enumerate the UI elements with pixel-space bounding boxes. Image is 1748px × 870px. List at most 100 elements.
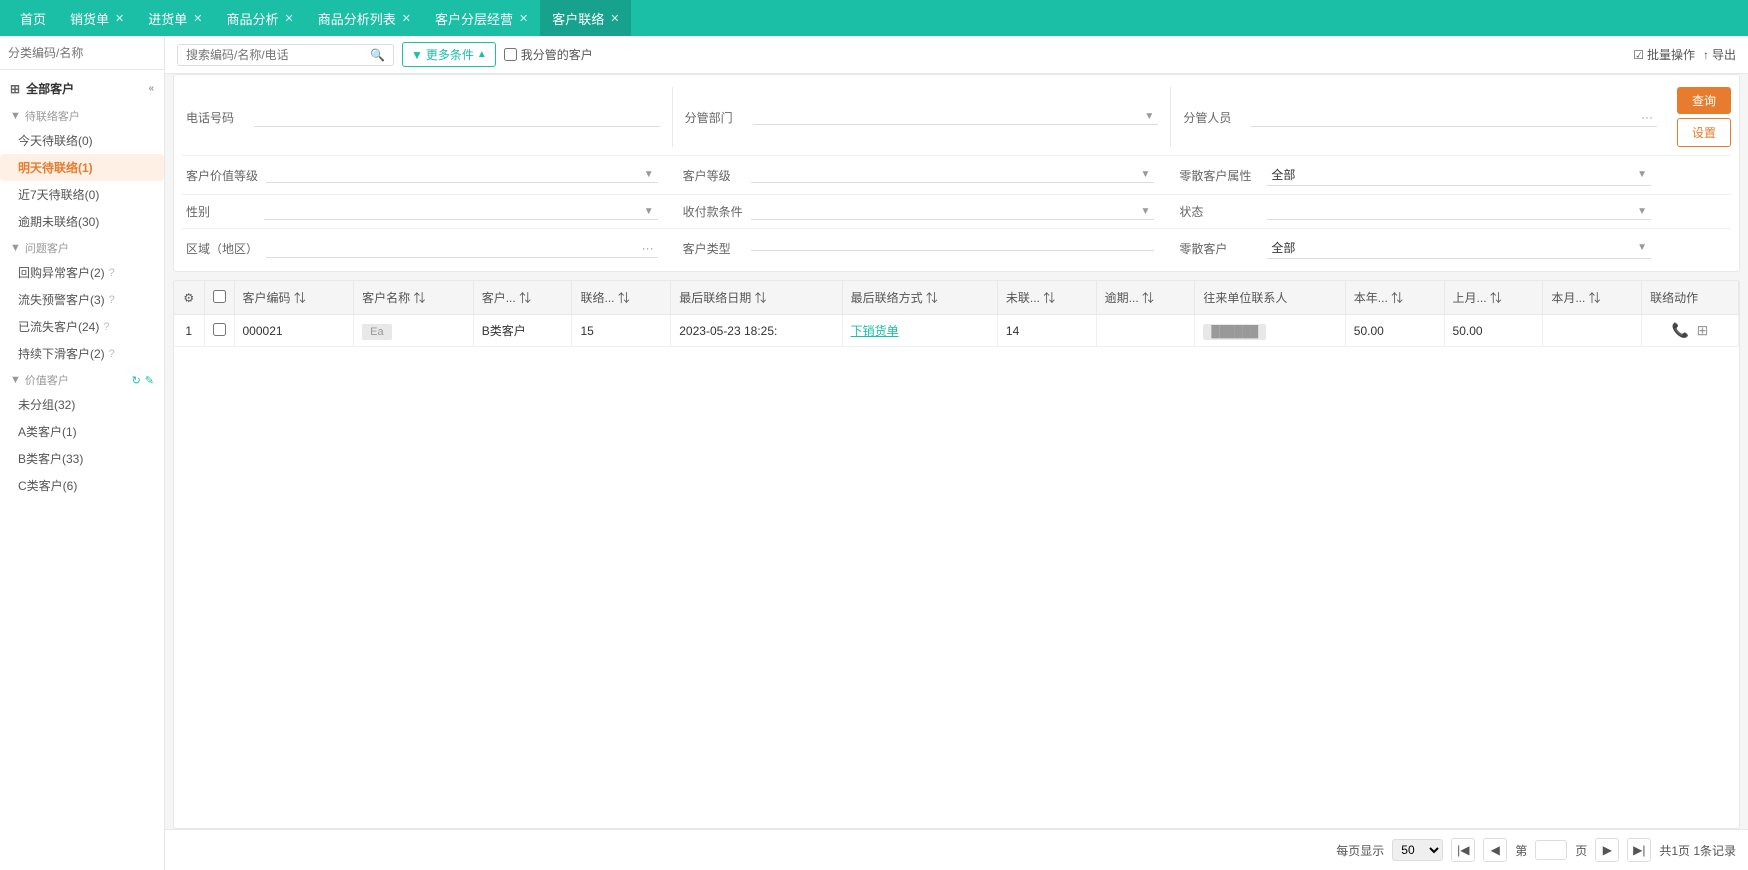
- help-icon-2[interactable]: ?: [109, 294, 115, 306]
- filter-panel: 电话号码 分管部门 ▼ 分管人员: [173, 74, 1740, 272]
- row-checkbox-cell[interactable]: [204, 315, 234, 347]
- chevron-down-icon-level: ▼: [1140, 169, 1150, 180]
- sidebar-search-container: 🔍: [0, 36, 164, 70]
- my-customers-checkbox[interactable]: 我分管的客户: [504, 46, 593, 63]
- chevron-down-icon-dept: ▼: [1144, 111, 1154, 122]
- customer-type-select[interactable]: [751, 246, 1155, 251]
- col-settings[interactable]: ⚙: [174, 281, 204, 315]
- nav-product-analysis-list[interactable]: 商品分析列表 ✕: [306, 0, 423, 36]
- sidebar-ungrouped[interactable]: 未分组(32): [0, 391, 164, 418]
- refresh-icon[interactable]: ↻: [132, 374, 141, 387]
- payment-label: 收付款条件: [683, 203, 743, 220]
- call-icon[interactable]: 📞: [1672, 322, 1689, 338]
- nav-purchase-order-close[interactable]: ✕: [193, 12, 202, 25]
- sidebar-declining[interactable]: 持续下滑客户(2) ?: [0, 340, 164, 367]
- chevron-down-icon-status: ▼: [1637, 206, 1647, 217]
- action-grid-icon[interactable]: ⊞: [1697, 322, 1709, 338]
- query-button[interactable]: 查询: [1677, 87, 1731, 114]
- last-page-btn[interactable]: ▶|: [1627, 838, 1651, 862]
- row-num: 1: [174, 315, 204, 347]
- col-name-sort[interactable]: 客户名称 ⇅: [362, 291, 425, 305]
- customer-value-label: 客户价值等级: [186, 167, 258, 184]
- nav-sales-order-close[interactable]: ✕: [115, 12, 124, 25]
- nav-customer-tier[interactable]: 客户分层经营 ✕: [423, 0, 540, 36]
- nav-customer-tier-close[interactable]: ✕: [519, 12, 528, 25]
- select-all-checkbox[interactable]: [213, 290, 226, 303]
- total-label: 共1页 1条记录: [1659, 842, 1736, 859]
- page-label: 第: [1515, 842, 1527, 859]
- row-type: B类客户: [473, 315, 572, 347]
- sidebar-class-c[interactable]: C类客户(6): [0, 472, 164, 499]
- sidebar-churn-warning[interactable]: 流失预警客户(3) ?: [0, 286, 164, 313]
- row-last-method[interactable]: 下销货单: [842, 315, 997, 347]
- retail-attr-select[interactable]: 全部 ▼: [1267, 164, 1651, 186]
- per-page-select[interactable]: 20 50 100 200: [1392, 839, 1443, 861]
- manager-select[interactable]: ···: [1251, 108, 1657, 127]
- help-icon-3[interactable]: ?: [103, 321, 109, 333]
- page-end-label: 页: [1575, 842, 1587, 859]
- row-overdue: [1096, 315, 1195, 347]
- col-code-sort[interactable]: 客户编码 ⇅: [243, 291, 306, 305]
- nav-product-analysis-list-close[interactable]: ✕: [402, 12, 411, 25]
- phone-input[interactable]: [254, 108, 660, 127]
- sidebar-search-input[interactable]: [8, 46, 163, 60]
- nav-product-analysis[interactable]: 商品分析 ✕: [214, 0, 305, 36]
- customer-level-select[interactable]: ▼: [751, 167, 1155, 183]
- prev-page-btn[interactable]: ◀: [1483, 838, 1507, 862]
- row-code: 000021: [234, 315, 354, 347]
- triangle-down-icon-3: ▼: [10, 374, 21, 386]
- nav-purchase-order[interactable]: 进货单 ✕: [136, 0, 214, 36]
- sidebar-content: ⊞ 全部客户 « ▼ 待联络客户 今天待联络(0) 明天待联络(1) 近7天待联…: [0, 70, 164, 870]
- retail-customer-select[interactable]: 全部 ▼: [1267, 237, 1651, 259]
- sidebar-class-a[interactable]: A类客户(1): [0, 418, 164, 445]
- col-this-year: 本年... ⇅: [1345, 281, 1444, 315]
- more-conditions-btn[interactable]: ▼ 更多条件 ▲: [402, 42, 496, 67]
- sidebar: 🔍 ⊞ 全部客户 « ▼ 待联络客户 今天待联络(0) 明天待联络(1) 近7天…: [0, 36, 165, 870]
- dots-icon-manager: ···: [1641, 110, 1653, 124]
- col-action: 联络动作: [1642, 281, 1739, 315]
- nav-home[interactable]: 首页: [8, 0, 58, 36]
- nav-product-analysis-close[interactable]: ✕: [285, 12, 294, 25]
- row-contacts: 15: [572, 315, 671, 347]
- status-label: 状态: [1179, 203, 1259, 220]
- nav-customer-contact-close[interactable]: ✕: [610, 12, 619, 25]
- sidebar-repurchase-abnormal[interactable]: 回购异常客户(2) ?: [0, 259, 164, 286]
- row-name: Ea: [354, 315, 474, 347]
- first-page-btn[interactable]: |◀: [1451, 838, 1475, 862]
- sidebar-churned[interactable]: 已流失客户(24) ?: [0, 313, 164, 340]
- sidebar-all-customers[interactable]: ⊞ 全部客户 «: [0, 74, 164, 103]
- pagination: 每页显示 20 50 100 200 |◀ ◀ 第 1 页 ▶ ▶| 共1页 1…: [165, 829, 1748, 870]
- page-input[interactable]: 1: [1535, 840, 1567, 860]
- edit-icon[interactable]: ✎: [145, 374, 154, 387]
- col-checkbox[interactable]: [204, 281, 234, 315]
- toolbar-search-icon[interactable]: 🔍: [370, 48, 385, 62]
- gender-select[interactable]: ▼: [264, 204, 658, 220]
- next-page-btn[interactable]: ▶: [1595, 838, 1619, 862]
- export-btn[interactable]: ↑ 导出: [1703, 46, 1736, 63]
- help-icon-1[interactable]: ?: [109, 267, 115, 279]
- row-uncontacted: 14: [997, 315, 1096, 347]
- sidebar-class-b[interactable]: B类客户(33): [0, 445, 164, 472]
- last-method-link[interactable]: 下销货单: [851, 324, 899, 338]
- customer-value-select[interactable]: ▼: [266, 167, 658, 183]
- sidebar-tomorrow-contact[interactable]: 明天待联络(1): [0, 154, 164, 181]
- row-last-month: 50.00: [1444, 315, 1543, 347]
- nav-sales-order[interactable]: 销货单 ✕: [58, 0, 136, 36]
- sidebar-today-contact[interactable]: 今天待联络(0): [0, 127, 164, 154]
- customer-level-label: 客户等级: [683, 167, 743, 184]
- my-customers-check[interactable]: [504, 48, 517, 61]
- region-select[interactable]: ···: [266, 239, 658, 258]
- sidebar-overdue-contact[interactable]: 逾期未联络(30): [0, 208, 164, 235]
- status-select[interactable]: ▼: [1267, 204, 1651, 220]
- help-icon-4[interactable]: ?: [109, 348, 115, 360]
- payment-select[interactable]: ▼: [751, 204, 1155, 220]
- dept-select[interactable]: ▼: [753, 109, 1159, 125]
- settings-button[interactable]: 设置: [1677, 118, 1731, 147]
- col-uncontacted: 未联... ⇅: [997, 281, 1096, 315]
- batch-op-btn[interactable]: ☑ 批量操作: [1633, 46, 1695, 63]
- toolbar-search-input[interactable]: [186, 48, 366, 62]
- nav-customer-contact[interactable]: 客户联络 ✕: [540, 0, 631, 36]
- sidebar-7days-contact[interactable]: 近7天待联络(0): [0, 181, 164, 208]
- main-layout: 🔍 ⊞ 全部客户 « ▼ 待联络客户 今天待联络(0) 明天待联络(1) 近7天…: [0, 36, 1748, 870]
- row-checkbox[interactable]: [213, 323, 226, 336]
